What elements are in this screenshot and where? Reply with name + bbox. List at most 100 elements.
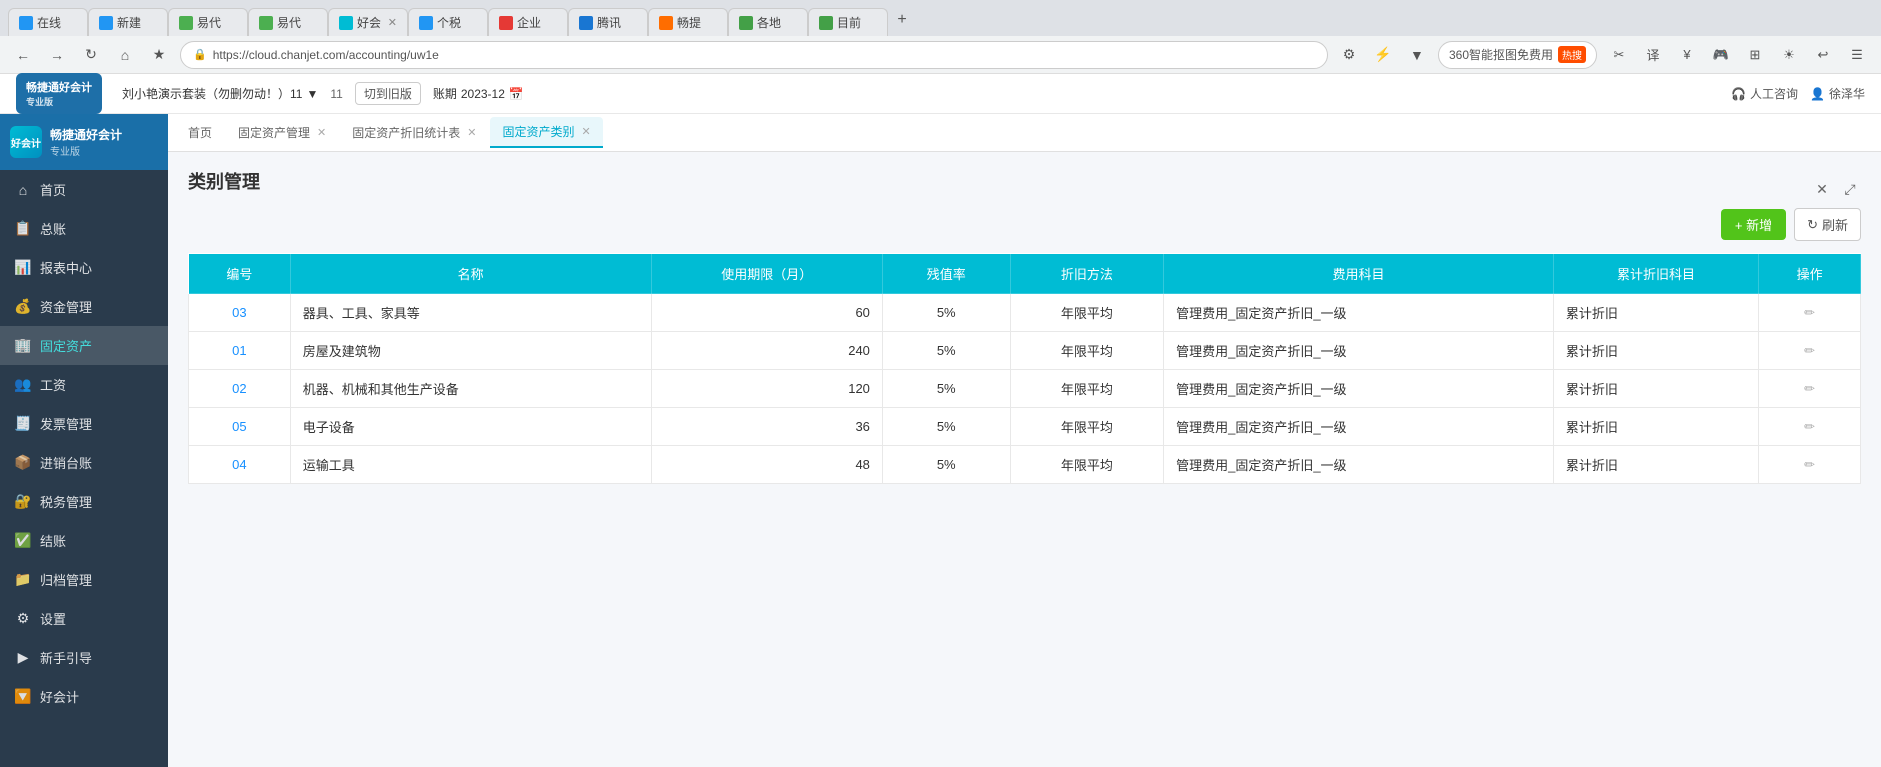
content-tab-fixed_mgmt[interactable]: 固定资产管理 ✕ [226, 118, 338, 147]
refresh-icon: ↻ [1807, 217, 1818, 233]
forward-button[interactable]: → [44, 42, 70, 68]
browser-tab-tab2[interactable]: 新建 [88, 8, 168, 36]
period-selector: 账期 2023-12 📅 [433, 85, 524, 102]
extensions-icon[interactable]: ⚡ [1370, 42, 1396, 68]
edit-icon[interactable]: ✏ [1771, 419, 1848, 435]
browser-tab-tab3[interactable]: 易代 [168, 8, 248, 36]
cell-action[interactable]: ✏ [1759, 446, 1861, 484]
cell-name: 运输工具 [290, 446, 651, 484]
tab-close-icon[interactable]: ✕ [388, 16, 397, 29]
table-header-操作: 操作 [1759, 254, 1861, 294]
new-tab-button[interactable]: + [888, 6, 916, 34]
cell-action[interactable]: ✏ [1759, 294, 1861, 332]
sidebar-item-fixed_assets[interactable]: 🏢固定资产 [0, 326, 168, 365]
cell-action[interactable]: ✏ [1759, 408, 1861, 446]
edit-icon[interactable]: ✏ [1771, 305, 1848, 321]
browser-tab-tab11[interactable]: 目前 [808, 8, 888, 36]
content-tab-category[interactable]: 固定资产类别 ✕ [490, 117, 602, 148]
table-header-编号: 编号 [189, 254, 291, 294]
cell-residual: 5% [882, 446, 1010, 484]
sidebar-item-checkout[interactable]: ✅结账 [0, 521, 168, 560]
translate-icon[interactable]: 译 [1639, 41, 1667, 69]
sidebar-icon-reports: 📊 [14, 259, 32, 277]
sidebar-icon-tax: 🔐 [14, 493, 32, 511]
sidebar-item-ledger[interactable]: 📋总账 [0, 209, 168, 248]
menu-icon[interactable]: ☰ [1843, 41, 1871, 69]
tab-favicon [579, 16, 593, 30]
sidebar-icon-archive: 📁 [14, 571, 32, 589]
maximize-window-icon[interactable]: ⤢ [1839, 178, 1861, 200]
browser-tab-tab4[interactable]: 易代 [248, 8, 328, 36]
content-tab-label: 固定资产管理 [238, 124, 310, 141]
sidebar-item-stock[interactable]: 📦进销台账 [0, 443, 168, 482]
sidebar-item-salary[interactable]: 👥工资 [0, 365, 168, 404]
reload-button[interactable]: ↻ [78, 42, 104, 68]
close-window-icon[interactable]: ✕ [1811, 178, 1833, 200]
sidebar-icon-guide: ▶ [14, 649, 32, 667]
sidebar-label-ledger: 总账 [40, 219, 66, 238]
sidebar-item-invoice[interactable]: 🧾发票管理 [0, 404, 168, 443]
sidebar-icon-salary: 👥 [14, 376, 32, 394]
search-label: 360智能抠图免费用 [1449, 46, 1553, 63]
sidebar-icon-settings: ⚙ [14, 610, 32, 628]
cell-action[interactable]: ✏ [1759, 332, 1861, 370]
undo-icon[interactable]: ↩ [1809, 41, 1837, 69]
home-button[interactable]: ⌂ [112, 42, 138, 68]
sidebar-item-home[interactable]: ⌂首页 [0, 170, 168, 209]
cell-method: 年限平均 [1010, 332, 1164, 370]
calendar-icon[interactable]: 📅 [509, 87, 524, 101]
sidebar-item-reports[interactable]: 📊报表中心 [0, 248, 168, 287]
refresh-button[interactable]: ↻ 刷新 [1794, 208, 1861, 241]
sidebar-item-funds[interactable]: 💰资金管理 [0, 287, 168, 326]
bookmark-button[interactable]: ★ [146, 42, 172, 68]
browser-tab-tab10[interactable]: 各地 [728, 8, 808, 36]
tab-label: 好会 [357, 14, 381, 31]
edit-icon[interactable]: ✏ [1771, 457, 1848, 473]
content-tab-depreciation[interactable]: 固定资产折旧统计表✕ [340, 118, 488, 147]
browser-tab-tab7[interactable]: 企业 [488, 8, 568, 36]
switch-old-btn[interactable]: 切到旧版 [355, 82, 421, 105]
scissors-icon[interactable]: ✂ [1605, 41, 1633, 69]
back-button[interactable]: ← [10, 42, 36, 68]
grid-icon[interactable]: ⊞ [1741, 41, 1769, 69]
add-button[interactable]: + 新增 [1721, 209, 1786, 240]
content-tab-close-icon[interactable]: ✕ [467, 126, 476, 139]
sidebar-item-more[interactable]: 🔽好会计 [0, 677, 168, 716]
profile-icon[interactable]: ▼ [1404, 42, 1430, 68]
browser-tab-tab1[interactable]: 在线 [8, 8, 88, 36]
tab-label: 易代 [277, 14, 301, 31]
cell-method: 年限平均 [1010, 446, 1164, 484]
game-icon[interactable]: 🎮 [1707, 41, 1735, 69]
content-tab-home[interactable]: 首页 [176, 118, 224, 147]
sidebar: 好会计畅捷通好会计专业版⌂首页📋总账📊报表中心💰资金管理🏢固定资产👥工资🧾发票管… [0, 114, 168, 767]
content-tab-close-icon[interactable]: ✕ [317, 126, 326, 139]
cell-action[interactable]: ✏ [1759, 370, 1861, 408]
browser-tab-tab5[interactable]: 好会 ✕ [328, 8, 408, 36]
cell-months: 48 [651, 446, 882, 484]
sidebar-item-settings[interactable]: ⚙设置 [0, 599, 168, 638]
edit-icon[interactable]: ✏ [1771, 381, 1848, 397]
browser-tab-tab8[interactable]: 腾讯 [568, 8, 648, 36]
tab-label: 目前 [837, 14, 861, 31]
content-tab-close-icon[interactable]: ✕ [582, 125, 591, 138]
edit-icon[interactable]: ✏ [1771, 343, 1848, 359]
brightness-icon[interactable]: ☀ [1775, 41, 1803, 69]
period-label: 账期 [433, 85, 457, 102]
browser-tab-tab9[interactable]: 畅提 [648, 8, 728, 36]
browser-tab-tab6[interactable]: 个税 [408, 8, 488, 36]
address-bar[interactable]: 🔒 https://cloud.chanjet.com/accounting/u… [180, 41, 1328, 69]
sidebar-label-more: 好会计 [40, 687, 79, 706]
lock-icon: 🔒 [193, 48, 207, 61]
tab-favicon [179, 16, 193, 30]
sidebar-item-tax[interactable]: 🔐税务管理 [0, 482, 168, 521]
content-tab-label: 固定资产类别 [502, 123, 574, 140]
user-info[interactable]: 👤 徐泽华 [1810, 85, 1865, 102]
company-selector[interactable]: 刘小艳演示套装（勿删勿动！）11 ▼ [122, 85, 318, 102]
wallet-icon[interactable]: ¥ [1673, 41, 1701, 69]
logo-sub-text: 专业版 [26, 95, 92, 108]
browser-settings-icon[interactable]: ⚙ [1336, 42, 1362, 68]
search-bar[interactable]: 360智能抠图免费用 热搜 [1438, 41, 1597, 69]
consult-btn[interactable]: 🎧 人工咨询 [1731, 85, 1798, 102]
sidebar-item-guide[interactable]: ▶新手引导 [0, 638, 168, 677]
sidebar-item-archive[interactable]: 📁归档管理 [0, 560, 168, 599]
